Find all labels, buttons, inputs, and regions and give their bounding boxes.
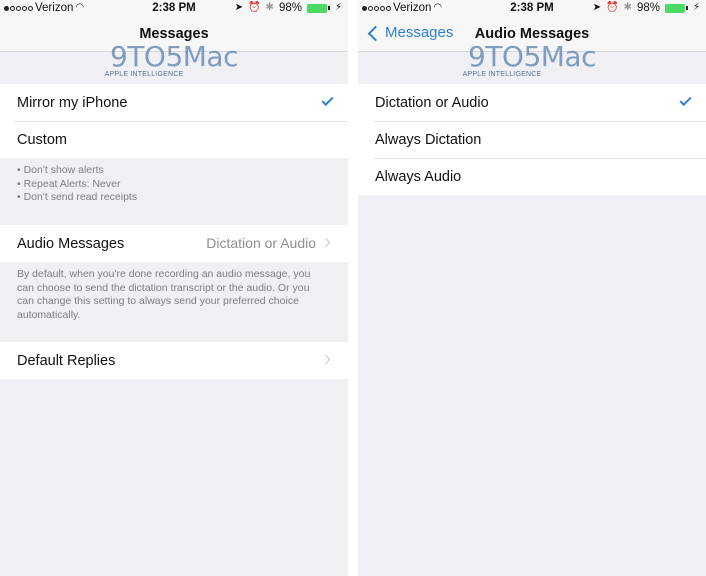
page-title: Messages [139, 26, 209, 42]
default-replies-row[interactable]: Default Replies [0, 342, 348, 379]
option-label: Always Dictation [375, 131, 482, 148]
notification-mode-group: Mirror my iPhone Custom [0, 84, 348, 158]
audio-messages-screen: Verizon ◠ 2:38 PM ➤ ⏰ ✱ 98% ⚡ Messages A… [358, 0, 706, 576]
battery-icon [664, 3, 688, 13]
row-value: Dictation or Audio [206, 235, 316, 251]
option-label: Mirror my iPhone [17, 94, 128, 111]
option-always-dictation[interactable]: Always Dictation [358, 121, 706, 158]
row-label: Default Replies [17, 352, 116, 369]
audio-options-group: Dictation or Audio Always Dictation Alwa… [358, 84, 706, 195]
charging-icon: ⚡ [692, 2, 700, 13]
bluetooth-icon: ✱ [265, 2, 274, 13]
audio-messages-group: Audio Messages Dictation or Audio [0, 225, 348, 262]
option-custom[interactable]: Custom [0, 121, 348, 158]
summary-line: • Don't show alerts [17, 164, 104, 176]
summary-line: • Repeat Alerts: Never [17, 177, 121, 190]
battery-percent: 98% [636, 2, 660, 14]
alarm-icon: ⏰ [248, 2, 261, 13]
option-label: Custom [17, 131, 67, 148]
summary-line: • Don't send read receipts [17, 191, 138, 203]
battery-icon [306, 3, 330, 13]
custom-settings-summary: • Don't show alerts • Repeat Alerts: Nev… [17, 164, 328, 205]
bluetooth-icon: ✱ [623, 2, 632, 13]
location-icon: ➤ [592, 2, 602, 13]
status-bar: Verizon ◠ 2:38 PM ➤ ⏰ ✱ 98% ⚡ [358, 0, 706, 18]
battery-percent: 98% [278, 2, 302, 14]
option-mirror-iphone[interactable]: Mirror my iPhone [0, 84, 348, 121]
navigation-bar: Messages [0, 18, 348, 52]
page-title: Audio Messages [474, 26, 590, 42]
watermark-tagline: APPLE INTELLIGENCE [462, 71, 542, 78]
status-bar: Verizon ◠ 2:38 PM ➤ ⏰ ✱ 98% ⚡ [0, 0, 348, 18]
checkmark-icon [679, 93, 692, 107]
audio-messages-description: By default, when you're done recording a… [17, 268, 311, 321]
checkmark-icon [321, 93, 334, 107]
option-label: Dictation or Audio [375, 94, 489, 111]
watermark-tagline: APPLE INTELLIGENCE [104, 71, 184, 78]
chevron-right-icon [320, 237, 331, 248]
option-dictation-or-audio[interactable]: Dictation or Audio [358, 84, 706, 121]
default-replies-group: Default Replies [0, 342, 348, 379]
audio-messages-row[interactable]: Audio Messages Dictation or Audio [0, 225, 348, 262]
option-always-audio[interactable]: Always Audio [358, 158, 706, 195]
location-icon: ➤ [234, 2, 244, 13]
chevron-right-icon [320, 354, 331, 365]
charging-icon: ⚡ [334, 2, 342, 13]
messages-settings-screen: Verizon ◠ 2:38 PM ➤ ⏰ ✱ 98% ⚡ Messages M… [0, 0, 348, 576]
alarm-icon: ⏰ [606, 2, 619, 13]
row-label: Audio Messages [17, 235, 125, 252]
option-label: Always Audio [375, 168, 462, 185]
navigation-bar: Messages Audio Messages [358, 18, 706, 52]
